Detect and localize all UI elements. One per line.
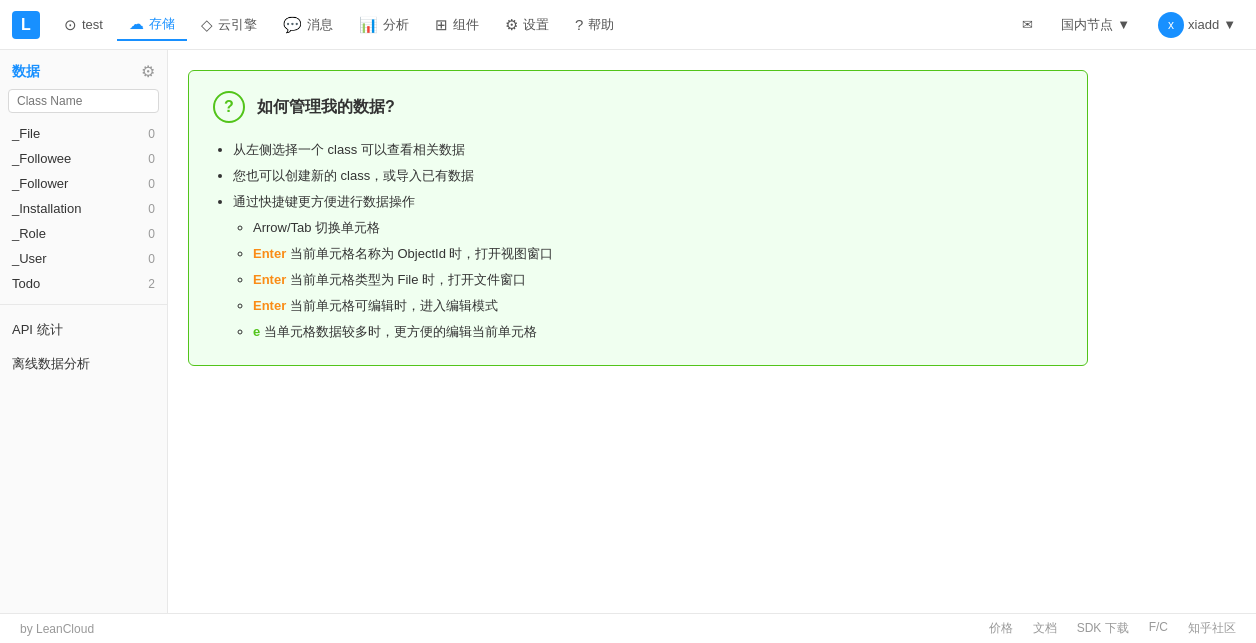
main-bullet-item: 通过快捷键更方便进行数据操作Arrow/Tab 切换单元格Enter 当前单元格… (233, 189, 1063, 345)
test-icon: ⊙ (64, 16, 77, 34)
mail-button[interactable]: ✉ (1014, 13, 1041, 36)
region-selector[interactable]: 国内节点 ▼ (1053, 12, 1138, 38)
sub-bullet-item: Arrow/Tab 切换单元格 (253, 215, 1063, 241)
info-box-header: ? 如何管理我的数据? (213, 91, 1063, 123)
info-box: ? 如何管理我的数据? 从左侧选择一个 class 可以查看相关数据您也可以创建… (188, 70, 1088, 366)
main-bullet-item: 从左侧选择一个 class 可以查看相关数据 (233, 137, 1063, 163)
message-icon: 💬 (283, 16, 302, 34)
sidebar-class-item[interactable]: _File0 (0, 121, 167, 146)
footer-link[interactable]: 文档 (1033, 620, 1057, 637)
nav-item-cloud-engine[interactable]: ◇云引擎 (189, 10, 269, 40)
sub-bullet-item: e 当单元格数据较多时，更方便的编辑当前单元格 (253, 319, 1063, 345)
brand-label: by LeanCloud (20, 622, 94, 636)
sidebar-class-item[interactable]: _Followee0 (0, 146, 167, 171)
chevron-down-icon: ▼ (1117, 17, 1130, 32)
footer-link[interactable]: SDK 下载 (1077, 620, 1129, 637)
sub-bullet-item: Enter 当前单元格名称为 ObjectId 时，打开视图窗口 (253, 241, 1063, 267)
sub-bullet-item: Enter 当前单元格可编辑时，进入编辑模式 (253, 293, 1063, 319)
main-bullet-item: 您也可以创建新的 class，或导入已有数据 (233, 163, 1063, 189)
sidebar-header: 数据 ⚙ (0, 62, 167, 89)
cloud-engine-icon: ◇ (201, 16, 213, 34)
main-layout: 数据 ⚙ _File0_Followee0_Follower0_Installa… (0, 50, 1256, 613)
user-menu[interactable]: x xiadd ▼ (1150, 8, 1244, 42)
nav-item-help[interactable]: ?帮助 (563, 10, 626, 40)
class-search-input[interactable] (8, 89, 159, 113)
app-logo: L (12, 11, 40, 39)
sidebar-class-item[interactable]: _Role0 (0, 221, 167, 246)
info-bullet-list: 从左侧选择一个 class 可以查看相关数据您也可以创建新的 class，或导入… (213, 137, 1063, 345)
sidebar-divider (0, 304, 167, 305)
avatar: x (1158, 12, 1184, 38)
sidebar-section-offline-analysis[interactable]: 离线数据分析 (0, 347, 167, 381)
help-icon: ? (575, 16, 583, 33)
nav-item-settings[interactable]: ⚙设置 (493, 10, 561, 40)
gear-icon[interactable]: ⚙ (141, 62, 155, 81)
nav-right: ✉ 国内节点 ▼ x xiadd ▼ (1014, 8, 1244, 42)
sidebar: 数据 ⚙ _File0_Followee0_Follower0_Installa… (0, 50, 168, 613)
info-box-title: 如何管理我的数据? (257, 97, 395, 118)
footer-link[interactable]: 知乎社区 (1188, 620, 1236, 637)
sidebar-class-item[interactable]: Todo2 (0, 271, 167, 296)
top-nav: L ⊙test☁存储◇云引擎💬消息📊分析⊞组件⚙设置?帮助 ✉ 国内节点 ▼ x… (0, 0, 1256, 50)
storage-icon: ☁ (129, 15, 144, 33)
sidebar-class-item[interactable]: _Follower0 (0, 171, 167, 196)
main-content: ? 如何管理我的数据? 从左侧选择一个 class 可以查看相关数据您也可以创建… (168, 50, 1256, 613)
footer-link[interactable]: 价格 (989, 620, 1013, 637)
nav-item-components[interactable]: ⊞组件 (423, 10, 491, 40)
nav-item-message[interactable]: 💬消息 (271, 10, 345, 40)
chevron-down-icon: ▼ (1223, 17, 1236, 32)
footer-links: 价格 文档 SDK 下载 F/C 知乎社区 (989, 620, 1236, 637)
sidebar-section-api-stats[interactable]: API 统计 (0, 313, 167, 347)
analytics-icon: 📊 (359, 16, 378, 34)
footer: by LeanCloud 价格 文档 SDK 下载 F/C 知乎社区 (0, 613, 1256, 643)
sidebar-class-item[interactable]: _Installation0 (0, 196, 167, 221)
nav-item-storage[interactable]: ☁存储 (117, 9, 187, 41)
settings-icon: ⚙ (505, 16, 518, 34)
question-icon: ? (213, 91, 245, 123)
sub-bullet-item: Enter 当前单元格类型为 File 时，打开文件窗口 (253, 267, 1063, 293)
nav-item-test[interactable]: ⊙test (52, 10, 115, 40)
nav-item-analytics[interactable]: 📊分析 (347, 10, 421, 40)
sidebar-title: 数据 (12, 63, 40, 81)
mail-icon: ✉ (1022, 17, 1033, 32)
sidebar-class-item[interactable]: _User0 (0, 246, 167, 271)
components-icon: ⊞ (435, 16, 448, 34)
footer-link[interactable]: F/C (1149, 620, 1168, 637)
